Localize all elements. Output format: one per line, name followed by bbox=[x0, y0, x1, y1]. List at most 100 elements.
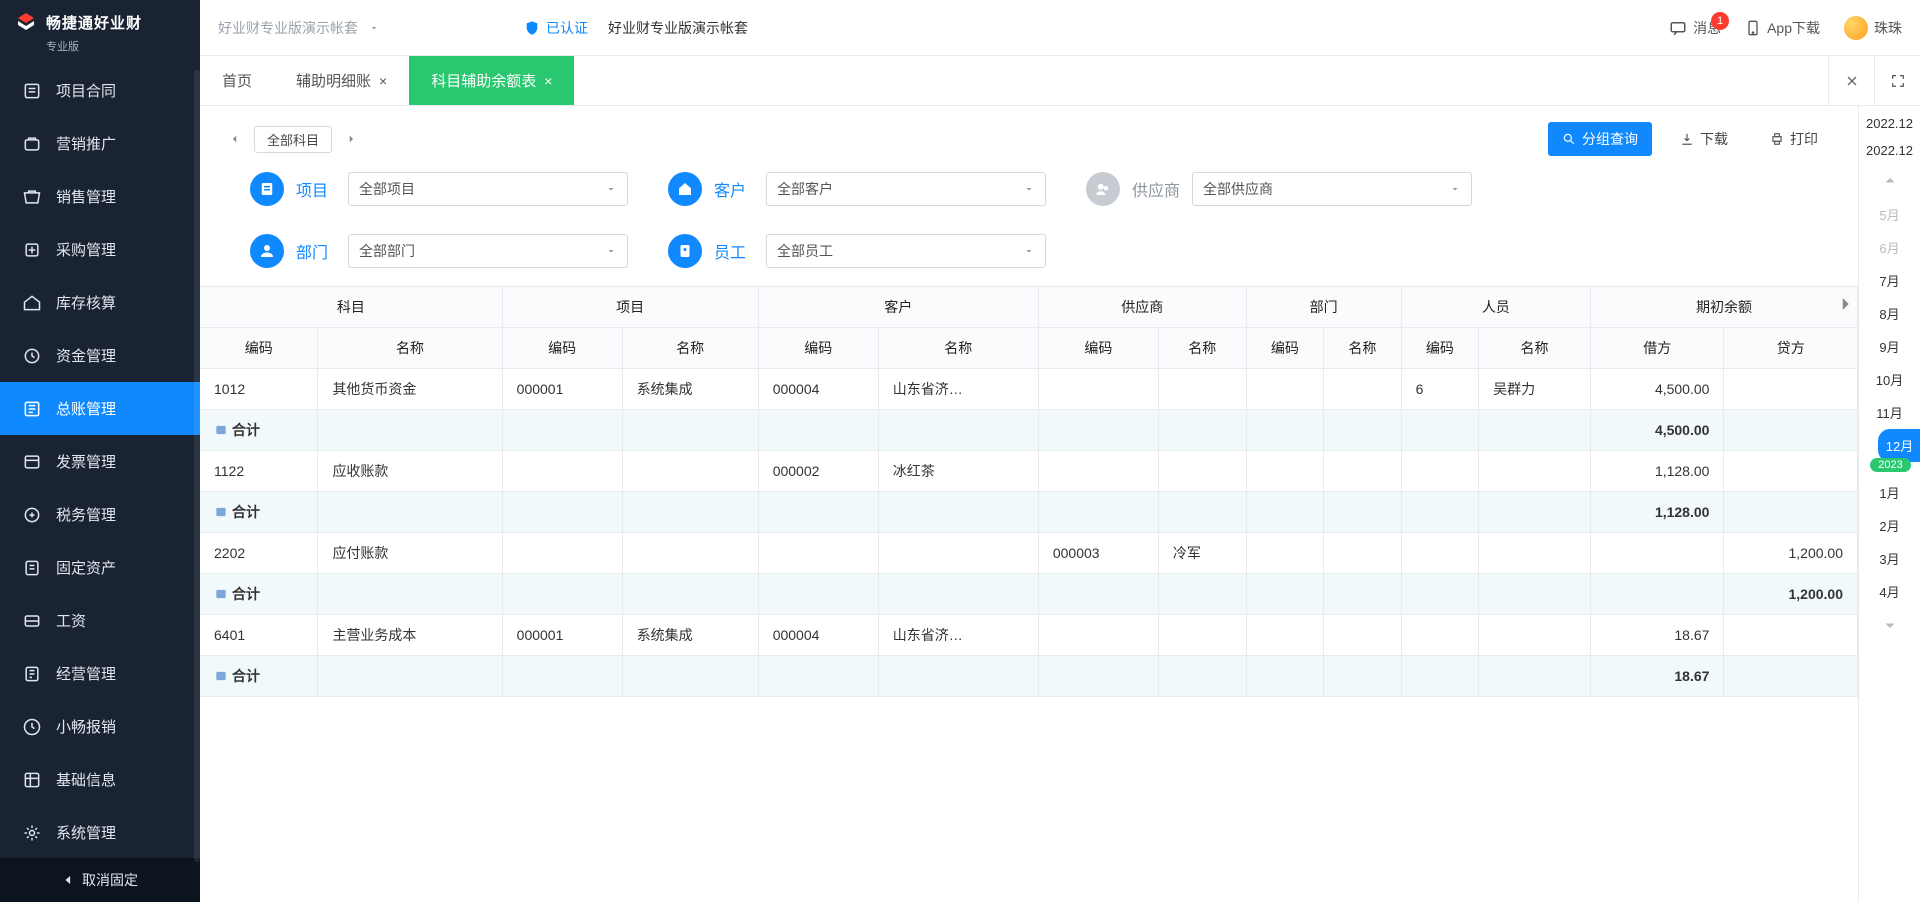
sidebar-item-2[interactable]: 销售管理 bbox=[0, 170, 200, 223]
col-header: 贷方 bbox=[1724, 328, 1858, 369]
col-group: 部门 bbox=[1246, 287, 1401, 328]
filter-project-select[interactable]: 全部项目 bbox=[348, 172, 628, 206]
filter-supplier-value: 全部供应商 bbox=[1203, 179, 1273, 199]
certified-label: 已认证 bbox=[546, 18, 588, 38]
breadcrumb-subject[interactable]: 全部科目 bbox=[254, 126, 332, 153]
subtotal-row: 合计1,128.00 bbox=[200, 492, 1858, 533]
period-month[interactable]: 6月 bbox=[1868, 231, 1910, 264]
download-button[interactable]: 下载 bbox=[1666, 122, 1742, 156]
breadcrumb-nav: 全部科目 bbox=[226, 126, 360, 153]
tab-2[interactable]: 科目辅助余额表× bbox=[409, 56, 574, 105]
table-container[interactable]: 科目项目客户供应商部门人员期初余额编码名称编码名称编码名称编码名称编码名称编码名… bbox=[200, 286, 1858, 902]
table-row[interactable]: 2202应付账款000003冷军1,200.00 bbox=[200, 533, 1858, 574]
sidebar-item-label: 总账管理 bbox=[56, 398, 116, 419]
unpin-button[interactable]: 取消固定 bbox=[0, 858, 200, 902]
group-query-button[interactable]: 分组查询 bbox=[1548, 122, 1652, 156]
sidebar-item-7[interactable]: 发票管理 bbox=[0, 435, 200, 488]
filter-employee-select[interactable]: 全部员工 bbox=[766, 234, 1046, 268]
cell: 000004 bbox=[758, 615, 878, 656]
period-month[interactable]: 5月 bbox=[1868, 198, 1910, 231]
sidebar-item-8[interactable]: 税务管理 bbox=[0, 488, 200, 541]
app-download-button[interactable]: App下载 bbox=[1745, 18, 1820, 38]
filter-customer-select[interactable]: 全部客户 bbox=[766, 172, 1046, 206]
sidebar-item-13[interactable]: 基础信息 bbox=[0, 753, 200, 806]
period-month[interactable]: 11月 bbox=[1868, 396, 1910, 429]
sidebar-item-label: 固定资产 bbox=[56, 557, 116, 578]
period-month[interactable]: 10月 bbox=[1868, 363, 1910, 396]
period-month[interactable]: 4月 bbox=[1868, 575, 1910, 608]
sidebar-item-9[interactable]: 固定资产 bbox=[0, 541, 200, 594]
sidebar-icon bbox=[22, 770, 42, 790]
sidebar-item-10[interactable]: 工资 bbox=[0, 594, 200, 647]
filter-project-label: 项目 bbox=[296, 177, 336, 201]
unpin-label: 取消固定 bbox=[82, 870, 138, 890]
shield-icon bbox=[524, 20, 540, 36]
period-month[interactable]: 7月 bbox=[1868, 264, 1910, 297]
sidebar-item-12[interactable]: 小畅报销 bbox=[0, 700, 200, 753]
print-label: 打印 bbox=[1790, 129, 1818, 149]
tab-1[interactable]: 辅助明细账× bbox=[274, 56, 409, 105]
sidebar-item-4[interactable]: 库存核算 bbox=[0, 276, 200, 329]
cell bbox=[1038, 369, 1158, 410]
cell bbox=[1158, 615, 1246, 656]
filter-dept-select[interactable]: 全部部门 bbox=[348, 234, 628, 268]
period-from[interactable]: 2022.12 bbox=[1862, 110, 1917, 137]
cell: 系统集成 bbox=[622, 615, 758, 656]
col-header: 编码 bbox=[1246, 328, 1323, 369]
tab-close-icon[interactable]: × bbox=[544, 73, 552, 89]
cell bbox=[622, 533, 758, 574]
sidebar-item-14[interactable]: 系统管理 bbox=[0, 806, 200, 858]
cell: 其他货币资金 bbox=[318, 369, 502, 410]
cell bbox=[1479, 533, 1591, 574]
cell: 6 bbox=[1401, 369, 1478, 410]
table-row[interactable]: 1122应收账款000002冰红茶1,128.00 bbox=[200, 451, 1858, 492]
table-row[interactable]: 1012其他货币资金000001系统集成000004山东省济…6吴群力4,500… bbox=[200, 369, 1858, 410]
filter-customer: 客户 全部客户 bbox=[668, 172, 1046, 206]
print-button[interactable]: 打印 bbox=[1756, 122, 1832, 156]
unpin-icon bbox=[62, 873, 76, 887]
cell: 000001 bbox=[502, 369, 622, 410]
sidebar-item-3[interactable]: 采购管理 bbox=[0, 223, 200, 276]
cell bbox=[1401, 615, 1478, 656]
search-icon bbox=[1562, 132, 1576, 146]
sidebar-item-5[interactable]: 资金管理 bbox=[0, 329, 200, 382]
col-group: 科目 bbox=[200, 287, 502, 328]
sidebar-icon bbox=[22, 611, 42, 631]
tab-0[interactable]: 首页 bbox=[200, 56, 274, 105]
sidebar-item-11[interactable]: 经营管理 bbox=[0, 647, 200, 700]
cell: 6401 bbox=[200, 615, 318, 656]
table-row[interactable]: 6401主营业务成本000001系统集成000004山东省济…18.67 bbox=[200, 615, 1858, 656]
phone-icon bbox=[1745, 19, 1761, 37]
tab-close-icon[interactable]: × bbox=[379, 73, 387, 89]
cell bbox=[1324, 369, 1401, 410]
col-group: 客户 bbox=[758, 287, 1038, 328]
period-down-button[interactable] bbox=[1881, 608, 1899, 642]
messages-button[interactable]: 消息 1 bbox=[1669, 18, 1721, 38]
account-selector[interactable]: 好业财专业版演示帐套 bbox=[218, 18, 518, 38]
subtotal-debit: 4,500.00 bbox=[1591, 410, 1724, 451]
period-month[interactable]: 3月 bbox=[1868, 542, 1910, 575]
cell bbox=[1038, 451, 1158, 492]
expand-columns-button[interactable] bbox=[1836, 295, 1854, 313]
period-up-button[interactable] bbox=[1881, 164, 1899, 198]
period-to[interactable]: 2022.12 bbox=[1862, 137, 1917, 164]
filter-supplier-select[interactable]: 全部供应商 bbox=[1192, 172, 1472, 206]
breadcrumb-next-button[interactable] bbox=[342, 130, 360, 148]
breadcrumb-prev-button[interactable] bbox=[226, 130, 244, 148]
fullscreen-button[interactable] bbox=[1874, 56, 1920, 105]
sidebar-item-6[interactable]: 总账管理 bbox=[0, 382, 200, 435]
sidebar-item-0[interactable]: 项目合同 bbox=[0, 64, 200, 117]
sidebar-item-label: 税务管理 bbox=[56, 504, 116, 525]
period-month[interactable]: 9月 bbox=[1868, 330, 1910, 363]
period-month[interactable]: 8月 bbox=[1868, 297, 1910, 330]
account-placeholder: 好业财专业版演示帐套 bbox=[218, 18, 358, 38]
period-month[interactable]: 2月 bbox=[1868, 509, 1910, 542]
cell: 山东省济… bbox=[878, 615, 1038, 656]
user-menu[interactable]: 珠珠 bbox=[1844, 16, 1902, 40]
subtotal-label: 合计 bbox=[200, 574, 318, 615]
sidebar-item-1[interactable]: 营销推广 bbox=[0, 117, 200, 170]
subtotal-credit: 1,200.00 bbox=[1724, 574, 1858, 615]
period-month[interactable]: 1月 bbox=[1868, 476, 1910, 509]
col-group: 人员 bbox=[1401, 287, 1590, 328]
close-tab-button[interactable] bbox=[1828, 56, 1874, 105]
